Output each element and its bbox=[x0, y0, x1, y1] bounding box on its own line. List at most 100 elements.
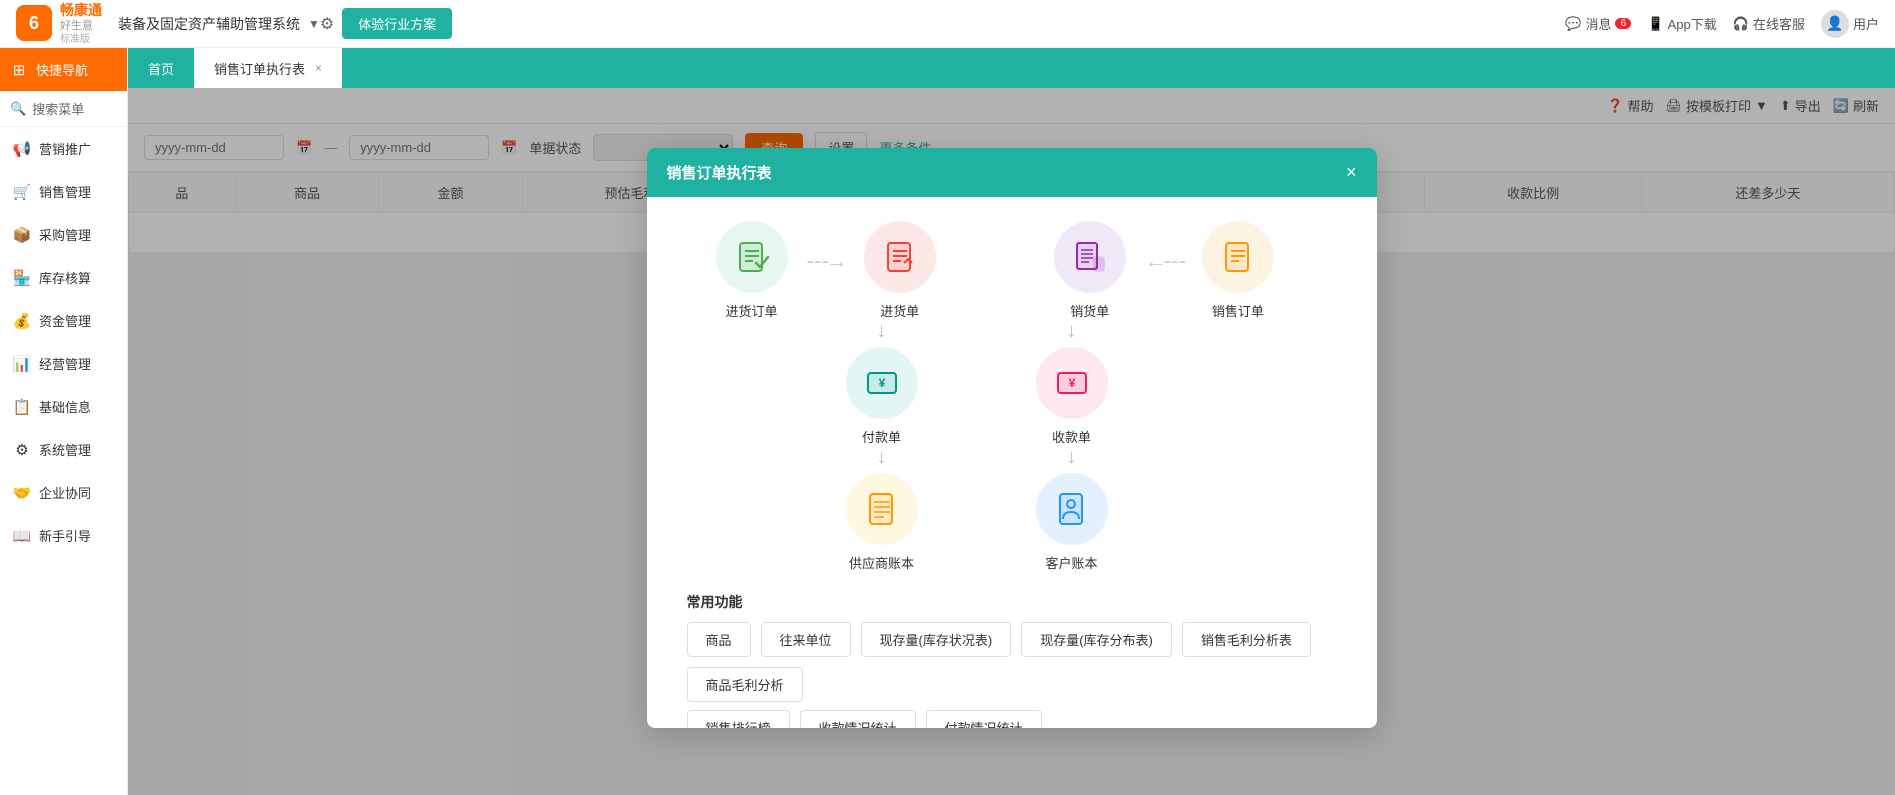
arrow-row-1: ↓ ↓ bbox=[687, 320, 1337, 343]
settings-icon[interactable]: ⚙ bbox=[320, 14, 334, 34]
sidebar-search[interactable]: 🔍 搜索菜单 bbox=[0, 91, 127, 127]
customer-ledger-circle[interactable] bbox=[1036, 473, 1108, 545]
svg-text:¥: ¥ bbox=[1068, 376, 1075, 390]
function-row-1: 商品 往来单位 现存量(库存状况表) 现存量(库存分布表) 销售毛利分析表 商品… bbox=[687, 622, 1337, 702]
func-btn-receipt-stats[interactable]: 收款情况统计 bbox=[800, 710, 916, 728]
online-service-btn[interactable]: 🎧 在线客服 bbox=[1733, 14, 1805, 33]
flow-node-purchase-order[interactable]: 进货订单 bbox=[687, 221, 817, 320]
system-dropdown-btn[interactable]: ▼ bbox=[308, 17, 320, 31]
func-btn-sales-profit-analysis[interactable]: 销售毛利分析表 bbox=[1182, 622, 1311, 657]
purchase-order-circle[interactable] bbox=[716, 221, 788, 293]
sidebar-item-inventory[interactable]: 🏪 库存核算 bbox=[0, 256, 127, 299]
sidebar-item-purchase[interactable]: 📦 采购管理 bbox=[0, 213, 127, 256]
tab-sales-order-exec[interactable]: 销售订单执行表 × bbox=[194, 48, 342, 88]
flow-row-1: 进货订单 - - -→ bbox=[687, 221, 1303, 320]
func-btn-product[interactable]: 商品 bbox=[687, 622, 751, 657]
basic-info-icon: 📋 bbox=[13, 398, 31, 416]
down-arrow-receipt: ↓ bbox=[1067, 446, 1077, 469]
logo-text: 畅康通 好生意 标准版 bbox=[60, 1, 102, 46]
payment-bill-label: 付款单 bbox=[862, 427, 901, 446]
purchase-order-label: 进货订单 bbox=[725, 301, 777, 320]
tab-home[interactable]: 首页 bbox=[128, 48, 194, 88]
flow-node-sales-bill[interactable]: 销货单 bbox=[1025, 221, 1155, 320]
sidebar-item-operations[interactable]: 📊 经营管理 bbox=[0, 342, 127, 385]
flow-node-purchase-bill[interactable]: 进货单 bbox=[835, 221, 965, 320]
purchase-bill-circle[interactable] bbox=[864, 221, 936, 293]
func-btn-product-profit-analysis[interactable]: 商品毛利分析 bbox=[687, 667, 803, 702]
sidebar-item-quick-nav[interactable]: ⊞ 快捷导航 bbox=[0, 48, 127, 91]
modal-overlay[interactable]: 销售订单执行表 × bbox=[128, 88, 1895, 795]
sales-order-label: 销售订单 bbox=[1212, 301, 1264, 320]
system-name: 装备及固定资产辅助管理系统 bbox=[118, 14, 300, 34]
sidebar-item-guide[interactable]: 📖 新手引导 bbox=[0, 514, 127, 557]
modal-close-btn[interactable]: × bbox=[1346, 162, 1357, 183]
user-area[interactable]: 👤 用户 bbox=[1821, 10, 1879, 38]
inventory-icon: 🏪 bbox=[13, 269, 31, 287]
svg-text:¥: ¥ bbox=[878, 376, 885, 390]
top-bar: 6 畅康通 好生意 标准版 装备及固定资产辅助管理系统 ▼ ⚙ 体验行业方案 💬… bbox=[0, 0, 1895, 48]
logo-area: 6 畅康通 好生意 标准版 bbox=[16, 1, 102, 46]
flow-node-customer-ledger[interactable]: 客户账本 bbox=[1007, 473, 1137, 572]
marketing-icon: 📢 bbox=[13, 140, 31, 158]
guide-icon: 📖 bbox=[13, 527, 31, 545]
common-functions-title: 常用功能 bbox=[687, 592, 1337, 612]
supplier-ledger-circle[interactable] bbox=[846, 473, 918, 545]
search-icon: 🔍 bbox=[10, 101, 26, 117]
payment-bill-circle[interactable]: ¥ bbox=[846, 347, 918, 419]
receipt-bill-circle[interactable]: ¥ bbox=[1036, 347, 1108, 419]
tab-close-btn[interactable]: × bbox=[315, 61, 322, 75]
flow-node-supplier-ledger[interactable]: 供应商账本 bbox=[817, 473, 947, 572]
receipt-bill-label: 收款单 bbox=[1052, 427, 1091, 446]
purchase-icon: 📦 bbox=[13, 226, 31, 244]
trial-btn[interactable]: 体验行业方案 bbox=[342, 8, 452, 39]
operations-icon: 📊 bbox=[13, 355, 31, 373]
modal-header: 销售订单执行表 × bbox=[647, 148, 1377, 197]
func-btn-current-stock-dist[interactable]: 现存量(库存分布表) bbox=[1021, 622, 1172, 657]
func-btn-payment-stats[interactable]: 付款情况统计 bbox=[926, 710, 1042, 728]
flow-row-3: 供应商账本 bbox=[687, 473, 1267, 572]
avatar: 👤 bbox=[1821, 10, 1849, 38]
func-btn-counterpart[interactable]: 往来单位 bbox=[761, 622, 851, 657]
customer-ledger-label: 客户账本 bbox=[1045, 553, 1097, 572]
down-arrow-payment: ↓ bbox=[877, 446, 887, 469]
down-arrow-sales-bill: ↓ bbox=[1067, 320, 1077, 343]
logo-icon: 6 bbox=[16, 5, 52, 41]
sales-order-circle[interactable] bbox=[1202, 221, 1274, 293]
sidebar-item-system[interactable]: ⚙ 系统管理 bbox=[0, 428, 127, 471]
modal-body: 进货订单 - - -→ bbox=[647, 197, 1377, 728]
flow-node-sales-order[interactable]: 销售订单 bbox=[1173, 221, 1303, 320]
supplier-ledger-label: 供应商账本 bbox=[849, 553, 914, 572]
top-right-area: 💬 消息 6 📱 App下载 🎧 在线客服 👤 用户 bbox=[1565, 10, 1879, 38]
sidebar-item-finance[interactable]: 💰 资金管理 bbox=[0, 299, 127, 342]
message-icon: 💬 bbox=[1565, 16, 1581, 32]
app-download-btn[interactable]: 📱 App下载 bbox=[1647, 14, 1716, 33]
sidebar-item-marketing[interactable]: 📢 营销推广 bbox=[0, 127, 127, 170]
sidebar-item-basic-info[interactable]: 📋 基础信息 bbox=[0, 385, 127, 428]
message-btn[interactable]: 💬 消息 6 bbox=[1565, 14, 1631, 33]
func-btn-current-stock-status[interactable]: 现存量(库存状况表) bbox=[861, 622, 1012, 657]
flow-row-2: ¥ 付款单 bbox=[687, 347, 1267, 446]
modal: 销售订单执行表 × bbox=[647, 148, 1377, 728]
sidebar-item-sales[interactable]: 🛒 销售管理 bbox=[0, 170, 127, 213]
tab-bar: 首页 销售订单执行表 × bbox=[128, 48, 1895, 88]
flow-node-payment-bill[interactable]: ¥ 付款单 bbox=[817, 347, 947, 446]
arrow-row-2: ↓ ↓ bbox=[687, 446, 1337, 469]
sidebar-item-enterprise[interactable]: 🤝 企业协同 bbox=[0, 471, 127, 514]
sales-bill-circle[interactable] bbox=[1054, 221, 1126, 293]
func-btn-sales-ranking[interactable]: 销售排行榜 bbox=[687, 710, 790, 728]
system-icon: ⚙ bbox=[13, 441, 31, 459]
modal-title: 销售订单执行表 bbox=[667, 162, 772, 183]
common-functions: 常用功能 商品 往来单位 现存量(库存状况表) 现存量(库存分布表) 销售毛利分… bbox=[687, 592, 1337, 728]
service-icon: 🎧 bbox=[1733, 16, 1749, 32]
flow-node-receipt-bill[interactable]: ¥ 收款单 bbox=[1007, 347, 1137, 446]
down-arrow-purchase-bill: ↓ bbox=[877, 320, 887, 343]
flow-diagram: 进货订单 - - -→ bbox=[687, 221, 1337, 572]
sales-bill-label: 销货单 bbox=[1070, 301, 1109, 320]
sidebar: ⊞ 快捷导航 🔍 搜索菜单 📢 营销推广 🛒 销售管理 📦 采购管理 🏪 bbox=[0, 48, 128, 795]
quick-nav-icon: ⊞ bbox=[10, 61, 28, 79]
message-badge: 6 bbox=[1615, 18, 1631, 29]
download-icon: 📱 bbox=[1647, 16, 1663, 32]
sales-icon: 🛒 bbox=[13, 183, 31, 201]
content-main: ❓ 帮助 🖨 按模板打印 ▼ ⬆ 导出 🔄 刷新 bbox=[128, 88, 1895, 795]
purchase-bill-label: 进货单 bbox=[880, 301, 919, 320]
